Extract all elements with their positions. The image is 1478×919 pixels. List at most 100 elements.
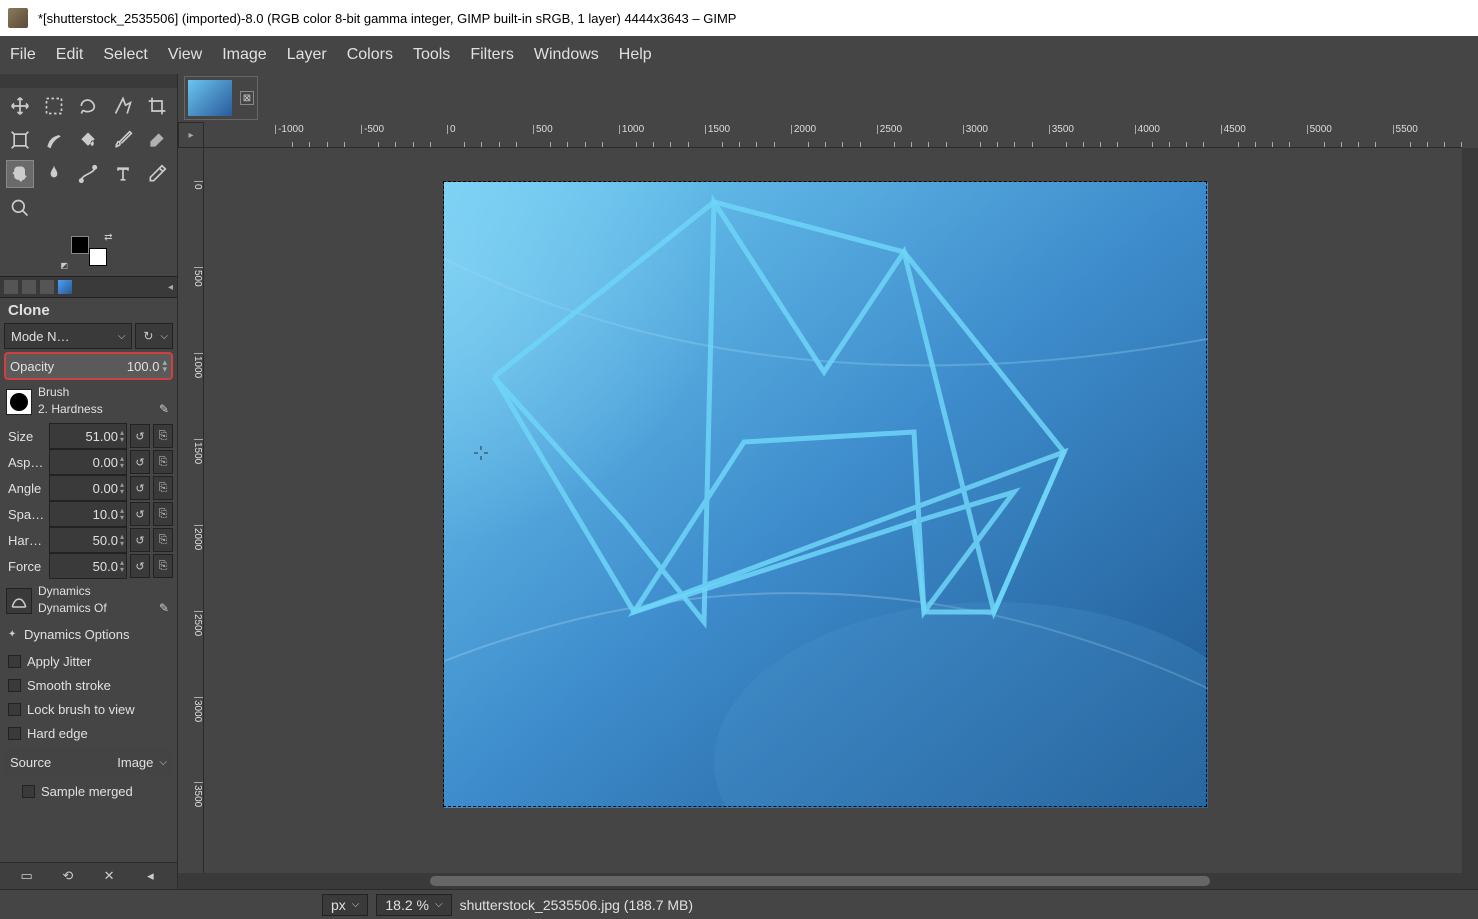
param-Force-input[interactable]: 50.0▴▾	[49, 553, 127, 579]
mode-direction-select[interactable]: ↻⌵	[135, 323, 173, 349]
menu-help[interactable]: Help	[619, 46, 652, 64]
brush-name: 2. Hardness	[38, 402, 103, 416]
tool-options-footer: ▭ ⟲ ✕ ◂	[0, 862, 177, 889]
app-logo-icon	[8, 8, 28, 28]
dynamics-edit-icon[interactable]: ✎	[155, 599, 173, 617]
smudge-tool[interactable]	[40, 160, 68, 188]
opacity-slider[interactable]: Opacity 100.0 ▴▾	[4, 352, 173, 380]
vertical-scrollbar[interactable]	[1462, 148, 1478, 873]
menu-edit[interactable]: Edit	[56, 46, 84, 64]
horizontal-scrollbar[interactable]	[204, 873, 1462, 889]
source-value: Image	[117, 755, 153, 770]
dynamics-options-expander[interactable]: ✦ Dynamics Options	[4, 622, 173, 646]
canvas-viewport[interactable]	[204, 148, 1462, 873]
param-Force-label: Force	[4, 559, 46, 574]
horizontal-ruler[interactable]: -1000-5000500100015002000250030003500400…	[204, 122, 1462, 148]
menu-tools[interactable]: Tools	[413, 46, 450, 64]
param-Spac…-link-icon[interactable]: ⎘	[153, 502, 173, 526]
dock-tab-2[interactable]	[22, 280, 36, 294]
blend-mode-select[interactable]: Mode N… ⌵	[4, 323, 132, 349]
param-Angle-input[interactable]: 0.00▴▾	[49, 475, 127, 501]
sample-merged-check[interactable]: Sample merged	[4, 779, 173, 803]
param-Force-link-icon[interactable]: ⎘	[153, 554, 173, 578]
menu-filters[interactable]: Filters	[470, 46, 514, 64]
color-swatch[interactable]: ⇄ ◩	[0, 226, 177, 276]
param-Hardn…-link-icon[interactable]: ⎘	[153, 528, 173, 552]
param-Hardn…-input[interactable]: 50.0▴▾	[49, 527, 127, 553]
param-Size-input[interactable]: 51.00▴▾	[49, 423, 127, 449]
param-Spac…-reset-icon[interactable]: ↺	[130, 502, 150, 526]
check-smooth-stroke[interactable]: Smooth stroke	[4, 673, 173, 697]
transform-tool[interactable]	[6, 126, 34, 154]
vertical-ruler[interactable]: 0500100015002000250030003500	[178, 148, 204, 873]
menu-windows[interactable]: Windows	[534, 46, 599, 64]
unit-select[interactable]: px⌵	[322, 894, 368, 916]
reset-icon[interactable]: ◂	[141, 867, 159, 885]
param-Spac…-input[interactable]: 10.0▴▾	[49, 501, 127, 527]
image-tab[interactable]: ⊠	[184, 76, 258, 120]
param-Size-reset-icon[interactable]: ↺	[130, 424, 150, 448]
clone-source-cursor	[474, 446, 488, 460]
menu-select[interactable]: Select	[103, 46, 147, 64]
param-Hardn…-reset-icon[interactable]: ↺	[130, 528, 150, 552]
dynamics-preview[interactable]	[6, 588, 32, 614]
fuzzy-select-tool[interactable]	[109, 92, 137, 120]
default-colors-icon[interactable]: ◩	[61, 261, 69, 270]
dock-tab-bar: ◂	[0, 276, 177, 298]
brush-section-label: Brush	[38, 385, 173, 399]
move-tool[interactable]	[6, 92, 34, 120]
dock-tab-1[interactable]	[4, 280, 18, 294]
crop-tool[interactable]	[143, 92, 171, 120]
menu-file[interactable]: File	[10, 46, 36, 64]
param-Aspe…-reset-icon[interactable]: ↺	[130, 450, 150, 474]
save-preset-icon[interactable]: ▭	[18, 867, 36, 885]
canvas-image	[443, 181, 1207, 807]
param-Size-link-icon[interactable]: ⎘	[153, 424, 173, 448]
zoom-select[interactable]: 18.2 %⌵	[376, 894, 451, 916]
param-Angle-link-icon[interactable]: ⎘	[153, 476, 173, 500]
source-select[interactable]: ⌵	[159, 757, 167, 768]
ruler-origin[interactable]: ▸	[178, 122, 204, 148]
window-title: *[shutterstock_2535506] (imported)-8.0 (…	[38, 11, 736, 26]
path-tool[interactable]	[74, 160, 102, 188]
left-panel: ⇄ ◩ ◂ Clone Mode N… ⌵ ↻⌵ Opacity 100.	[0, 74, 178, 889]
title-bar: *[shutterstock_2535506] (imported)-8.0 (…	[0, 0, 1478, 36]
paintbrush-tool[interactable]	[109, 126, 137, 154]
eraser-tool[interactable]	[143, 126, 171, 154]
text-tool[interactable]	[109, 160, 137, 188]
check-lock-brush-to-view[interactable]: Lock brush to view	[4, 697, 173, 721]
param-Force-reset-icon[interactable]: ↺	[130, 554, 150, 578]
zoom-tool[interactable]	[6, 194, 34, 222]
menu-layer[interactable]: Layer	[287, 46, 327, 64]
param-Angle-reset-icon[interactable]: ↺	[130, 476, 150, 500]
image-tabs: ⊠	[178, 74, 1478, 122]
dock-tab-4[interactable]	[58, 280, 72, 294]
menu-view[interactable]: View	[168, 46, 202, 64]
swap-colors-icon[interactable]: ⇄	[104, 232, 112, 243]
dock-menu-icon[interactable]: ◂	[168, 282, 173, 293]
menu-image[interactable]: Image	[222, 46, 266, 64]
warp-tool[interactable]	[40, 126, 68, 154]
tab-thumbnail	[188, 80, 232, 116]
param-Aspe…-link-icon[interactable]: ⎘	[153, 450, 173, 474]
clone-tool[interactable]	[6, 160, 34, 188]
delete-preset-icon[interactable]: ✕	[100, 867, 118, 885]
fg-color-swatch[interactable]	[71, 236, 89, 254]
brush-preview[interactable]	[6, 389, 32, 415]
rect-select-tool[interactable]	[40, 92, 68, 120]
free-select-tool[interactable]	[74, 92, 102, 120]
brush-edit-icon[interactable]: ✎	[155, 400, 173, 418]
color-picker-tool[interactable]	[143, 160, 171, 188]
restore-preset-icon[interactable]: ⟲	[59, 867, 77, 885]
check-apply-jitter[interactable]: Apply Jitter	[4, 649, 173, 673]
bucket-fill-tool[interactable]	[74, 126, 102, 154]
status-bar: px⌵ 18.2 %⌵ shutterstock_2535506.jpg (18…	[0, 889, 1478, 919]
bg-color-swatch[interactable]	[89, 248, 107, 266]
check-hard-edge[interactable]: Hard edge	[4, 721, 173, 745]
dynamics-value: Dynamics Of	[38, 601, 107, 615]
param-Hardn…-label: Hardn…	[4, 533, 46, 548]
param-Aspe…-input[interactable]: 0.00▴▾	[49, 449, 127, 475]
dock-tab-3[interactable]	[40, 280, 54, 294]
tab-close-icon[interactable]: ⊠	[240, 91, 254, 105]
menu-colors[interactable]: Colors	[347, 46, 393, 64]
